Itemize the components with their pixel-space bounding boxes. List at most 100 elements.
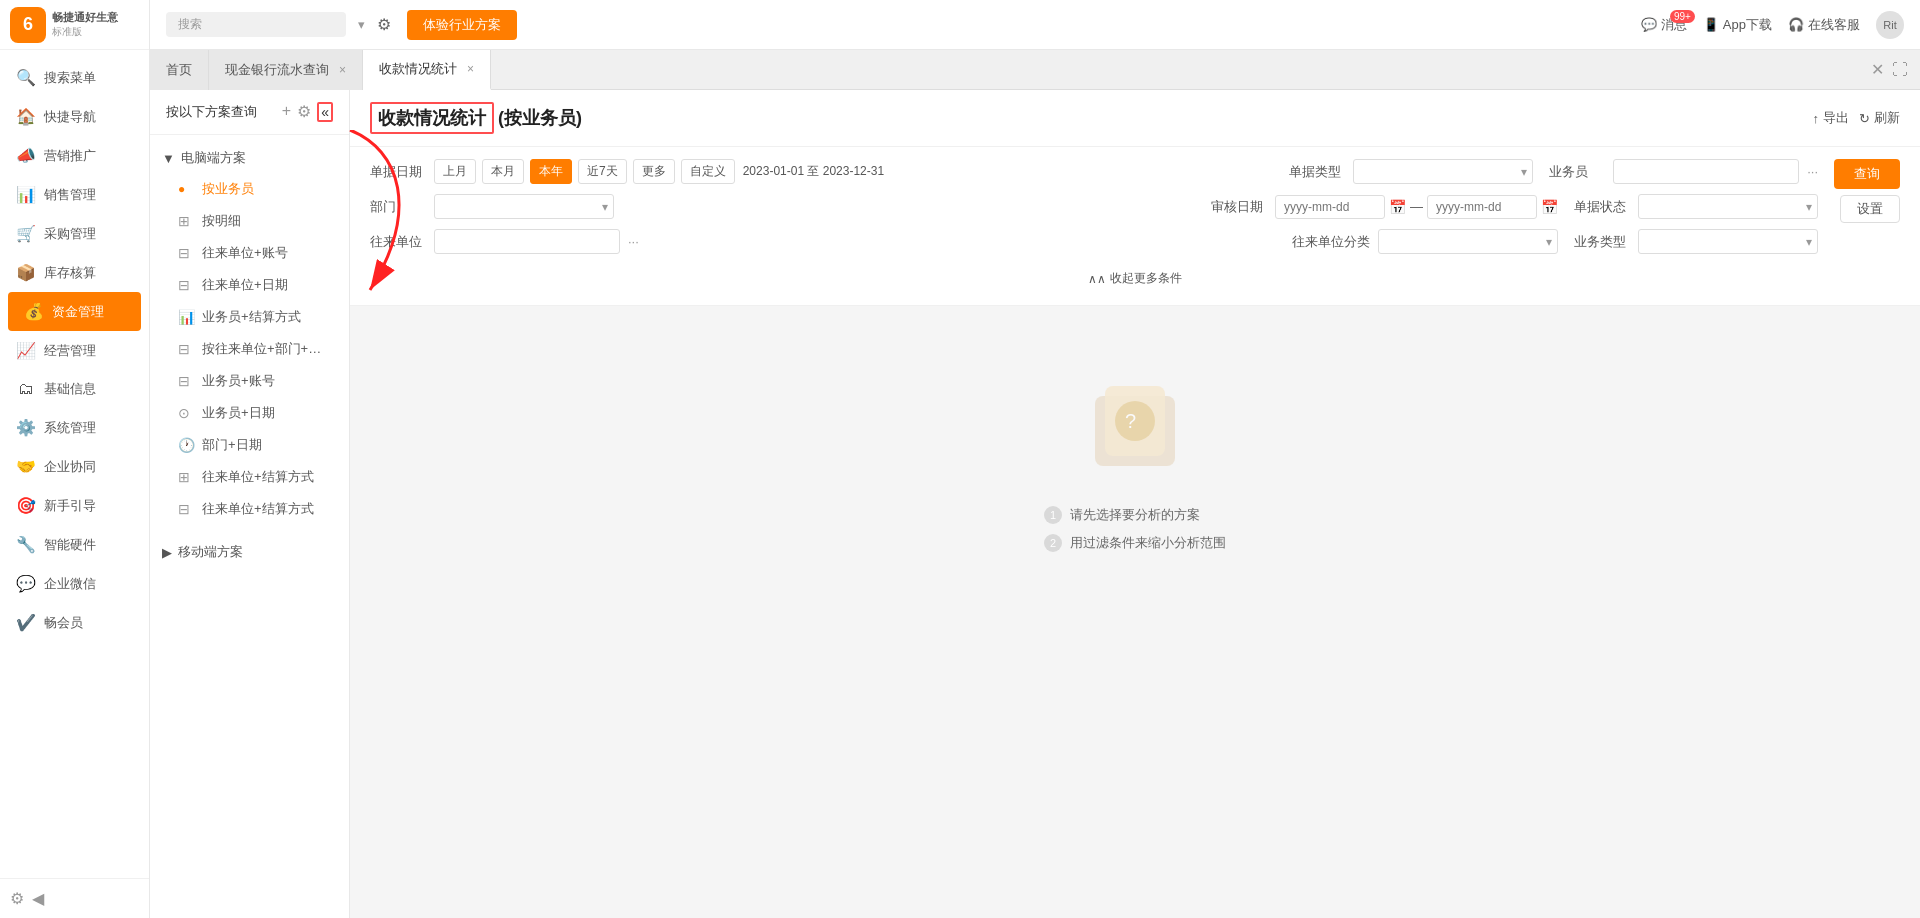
- scheme-item-unit-account[interactable]: ⊟ 往来单位+账号: [150, 237, 349, 269]
- sidebar-item-inventory[interactable]: 📦 库存核算: [0, 253, 149, 292]
- business-type-label: 业务类型: [1574, 233, 1630, 251]
- sidebar-item-system[interactable]: ⚙️ 系统管理: [0, 408, 149, 447]
- sidebar-item-search[interactable]: 🔍 搜索菜单: [0, 58, 149, 97]
- sidebar-item-business[interactable]: 📈 经营管理: [0, 331, 149, 370]
- query-button[interactable]: 查询: [1834, 159, 1900, 189]
- scheme-item-label: 按业务员: [202, 180, 254, 198]
- business-icon: 📈: [16, 341, 36, 360]
- dept-select[interactable]: [434, 194, 614, 219]
- refresh-label: 刷新: [1874, 109, 1900, 127]
- enterprise-icon: 🤝: [16, 457, 36, 476]
- date-btn-this-year[interactable]: 本年: [530, 159, 572, 184]
- dropdown-arrow-icon[interactable]: ▾: [358, 17, 365, 32]
- scheme-item-unit-calc1[interactable]: ⊞ 往来单位+结算方式: [150, 461, 349, 493]
- tab-bank-flow-close[interactable]: ×: [339, 63, 346, 77]
- maximize-icon[interactable]: ⛶: [1892, 61, 1908, 79]
- export-button[interactable]: ↑ 导出: [1813, 109, 1850, 127]
- message-btn[interactable]: 💬 消息 99+: [1641, 16, 1687, 34]
- sidebar-item-label: 新手引导: [44, 497, 96, 515]
- salesman-calc-icon: 📊: [178, 309, 194, 325]
- scheme-item-by-detail[interactable]: ⊞ 按明细: [150, 205, 349, 237]
- sidebar-settings-btn[interactable]: ⚙: [10, 889, 24, 908]
- tab-collection-stats[interactable]: 收款情况统计 ×: [363, 50, 491, 90]
- scheme-item-unit-date[interactable]: ⊟ 往来单位+日期: [150, 269, 349, 301]
- close-all-icon[interactable]: ✕: [1871, 60, 1884, 79]
- gear-icon[interactable]: ⚙: [377, 15, 391, 34]
- tab-bank-flow[interactable]: 现金银行流水查询 ×: [209, 50, 363, 90]
- date-options: 上月 本月 本年 近7天 更多 自定义: [434, 159, 735, 184]
- trial-button[interactable]: 体验行业方案: [407, 10, 517, 40]
- doc-type-select[interactable]: [1353, 159, 1533, 184]
- sidebar-item-basic[interactable]: 🗂 基础信息: [0, 370, 149, 408]
- sidebar-item-wechat[interactable]: 💬 企业微信: [0, 564, 149, 603]
- desktop-scheme-group-title[interactable]: ▼ 电脑端方案: [150, 143, 349, 173]
- date-btn-last7[interactable]: 近7天: [578, 159, 627, 184]
- message-badge: 99+: [1670, 10, 1695, 23]
- refresh-button[interactable]: ↻ 刷新: [1859, 109, 1900, 127]
- collapse-panel-btn[interactable]: «: [317, 102, 333, 122]
- date-separator: —: [1410, 199, 1423, 214]
- customer-service-btn[interactable]: 🎧 在线客服: [1788, 16, 1860, 34]
- sidebar-collapse-btn[interactable]: ◀: [32, 889, 44, 908]
- collapse-button[interactable]: ∧∧ 收起更多条件: [1088, 270, 1182, 287]
- date-btn-custom[interactable]: 自定义: [681, 159, 735, 184]
- calendar-icon-2[interactable]: 📅: [1541, 199, 1558, 215]
- sidebar-item-finance[interactable]: 💰 资金管理: [8, 292, 141, 331]
- inventory-icon: 📦: [16, 263, 36, 282]
- audit-date-end[interactable]: [1427, 195, 1537, 219]
- scheme-settings-btn[interactable]: ⚙: [297, 102, 311, 122]
- date-btn-prev-month[interactable]: 上月: [434, 159, 476, 184]
- user-avatar[interactable]: Rit: [1876, 11, 1904, 39]
- doc-status-select[interactable]: [1638, 194, 1818, 219]
- scheme-item-dept-date[interactable]: 🕐 部门+日期: [150, 429, 349, 461]
- scheme-item-salesman-date[interactable]: ⊙ 业务员+日期: [150, 397, 349, 429]
- sidebar-item-enterprise[interactable]: 🤝 企业协同: [0, 447, 149, 486]
- scheme-item-salesman-account[interactable]: ⊟ 业务员+账号: [150, 365, 349, 397]
- logo-icon: 6: [10, 7, 46, 43]
- wechat-icon: 💬: [16, 574, 36, 593]
- sidebar-item-sales[interactable]: 📊 销售管理: [0, 175, 149, 214]
- date-btn-this-month[interactable]: 本月: [482, 159, 524, 184]
- sidebar-item-marketing[interactable]: 📣 营销推广: [0, 136, 149, 175]
- empty-area: ? 1 请先选择要分析的方案 2 用过滤条件来缩小分析范围: [350, 306, 1920, 918]
- tab-collection-stats-close[interactable]: ×: [467, 62, 474, 76]
- scheme-item-salesman-calc[interactable]: 📊 业务员+结算方式: [150, 301, 349, 333]
- member-icon: ✔️: [16, 613, 36, 632]
- sidebar-item-member[interactable]: ✔️ 畅会员: [0, 603, 149, 642]
- calendar-icon-1[interactable]: 📅: [1389, 199, 1406, 215]
- filter-area: 单据日期 上月 本月 本年 近7天 更多 自定义: [350, 147, 1920, 306]
- tab-home[interactable]: 首页: [150, 50, 209, 90]
- add-scheme-btn[interactable]: +: [282, 102, 291, 122]
- scheme-item-by-salesman[interactable]: ● 按业务员: [150, 173, 349, 205]
- partner-category-label: 往来单位分类: [1292, 233, 1370, 251]
- scheme-item-label: 往来单位+结算方式: [202, 500, 314, 518]
- partner-input[interactable]: [434, 229, 620, 254]
- scheme-item-unit-calc2[interactable]: ⊟ 往来单位+结算方式: [150, 493, 349, 525]
- app-download-btn[interactable]: 📱 App下载: [1703, 16, 1772, 34]
- dept-filter-label: 部门: [370, 198, 426, 216]
- header-right: 💬 消息 99+ 📱 App下载 🎧 在线客服 Rit: [1641, 11, 1904, 39]
- sidebar-item-quick-nav[interactable]: 🏠 快捷导航: [0, 97, 149, 136]
- salesman-input[interactable]: [1613, 159, 1799, 184]
- sidebar-item-hardware[interactable]: 🔧 智能硬件: [0, 525, 149, 564]
- marketing-icon: 📣: [16, 146, 36, 165]
- partner-category-select[interactable]: [1378, 229, 1558, 254]
- date-btn-more[interactable]: 更多: [633, 159, 675, 184]
- sidebar-item-purchase[interactable]: 🛒 采购管理: [0, 214, 149, 253]
- audit-date-start[interactable]: [1275, 195, 1385, 219]
- empty-tip-2: 2 用过滤条件来缩小分析范围: [1044, 534, 1226, 552]
- business-type-select[interactable]: [1638, 229, 1818, 254]
- search-placeholder: 搜索: [178, 17, 202, 31]
- partner-more-icon[interactable]: ···: [628, 234, 639, 249]
- sidebar-item-label: 销售管理: [44, 186, 96, 204]
- scheme-item-unit-dept-collect[interactable]: ⊟ 按往来单位+部门+收...: [150, 333, 349, 365]
- mobile-scheme-group-title[interactable]: ▶ 移动端方案: [150, 537, 349, 567]
- search-icon: 🔍: [16, 68, 36, 87]
- sidebar-item-guide[interactable]: 🎯 新手引导: [0, 486, 149, 525]
- left-panel-header: 按以下方案查询 + ⚙ «: [150, 90, 349, 135]
- sidebar-item-label: 库存核算: [44, 264, 96, 282]
- scheme-item-label: 按往来单位+部门+收...: [202, 340, 332, 358]
- settings-button[interactable]: 设置: [1840, 195, 1900, 223]
- salesman-more-icon[interactable]: ···: [1807, 164, 1818, 179]
- page-title-text: 收款情况统计: [370, 102, 494, 134]
